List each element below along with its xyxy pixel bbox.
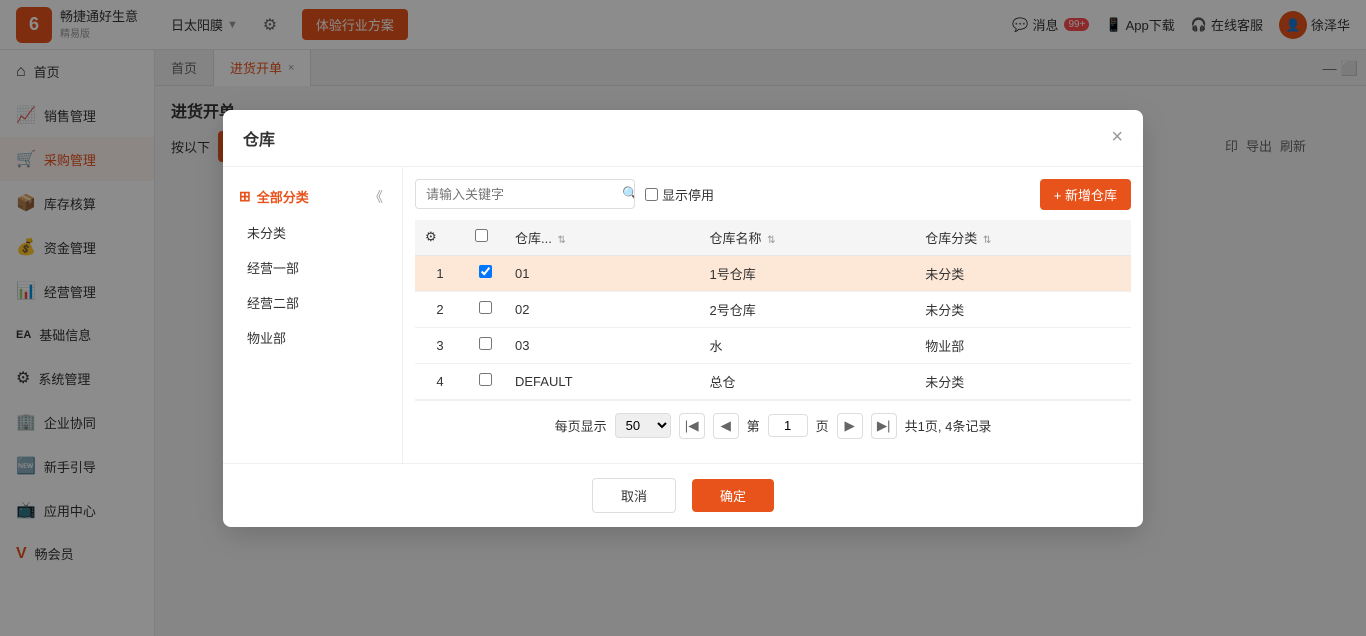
first-page-btn[interactable]: |◀ [679, 413, 705, 439]
row-name: 2号仓库 [700, 291, 916, 327]
column-gear-icon: ⚙ [425, 229, 437, 244]
row-checkbox-cell [465, 327, 505, 363]
th-checkbox [465, 220, 505, 256]
warehouse-modal: 仓库 × ⊞ 全部分类 《 未分类 经营一部 经营二部 [223, 110, 1143, 527]
row-checkbox[interactable] [479, 373, 492, 386]
row-num: 2 [415, 291, 465, 327]
add-warehouse-button[interactable]: + 新增仓库 [1040, 179, 1131, 210]
cat-label-dept1: 经营一部 [247, 261, 299, 276]
show-disabled-text: 显示停用 [662, 185, 714, 204]
table-toolbar: 🔍 显示停用 + 新增仓库 [415, 179, 1131, 210]
table-row[interactable]: 4 DEFAULT 总仓 未分类 [415, 363, 1131, 399]
sort-code-icon: ⇅ [557, 235, 565, 246]
per-page-label: 每页显示 [555, 416, 607, 435]
cat-item-dept1[interactable]: 经营一部 [223, 250, 402, 285]
search-input[interactable] [416, 181, 612, 208]
row-category: 未分类 [915, 291, 1131, 327]
page-end-label: 页 [816, 416, 829, 435]
category-panel: ⊞ 全部分类 《 未分类 经营一部 经营二部 物业部 [223, 167, 403, 463]
row-name: 水 [700, 327, 916, 363]
modal-footer: 取消 确定 [223, 463, 1143, 527]
row-name: 总仓 [700, 363, 916, 399]
select-all-checkbox[interactable] [475, 229, 488, 242]
cat-collapse-btn[interactable]: 《 [366, 187, 386, 207]
row-num: 4 [415, 363, 465, 399]
row-checkbox-cell [465, 291, 505, 327]
row-checkbox-cell [465, 363, 505, 399]
modal-header: 仓库 × [223, 110, 1143, 167]
modal-title: 仓库 [243, 126, 275, 150]
row-code: 02 [505, 291, 700, 327]
table-row[interactable]: 3 03 水 物业部 [415, 327, 1131, 363]
search-box: 🔍 [415, 179, 635, 209]
th-gear: ⚙ [415, 220, 465, 256]
row-category: 物业部 [915, 327, 1131, 363]
th-code-label: 仓库... [515, 231, 552, 246]
th-category-label: 仓库分类 [925, 231, 977, 246]
row-checkbox[interactable] [479, 301, 492, 314]
row-code: DEFAULT [505, 363, 700, 399]
th-name-label: 仓库名称 [710, 231, 762, 246]
modal-body: ⊞ 全部分类 《 未分类 经营一部 经营二部 物业部 [223, 167, 1143, 463]
search-button[interactable]: 🔍 [612, 180, 635, 208]
th-code[interactable]: 仓库... ⇅ [505, 220, 700, 256]
row-code: 03 [505, 327, 700, 363]
row-num: 1 [415, 255, 465, 291]
pagination: 每页显示 50 10 20 100 |◀ ◀ 第 页 ▶ ▶| 共1页, 4条记… [415, 400, 1131, 451]
all-category-item[interactable]: ⊞ 全部分类 《 [223, 179, 402, 215]
per-page-select[interactable]: 50 10 20 100 [615, 413, 671, 438]
cat-item-property[interactable]: 物业部 [223, 320, 402, 355]
table-body: 1 01 1号仓库 未分类 2 02 2号仓库 未分类 3 03 水 物业部 4… [415, 255, 1131, 399]
table-row[interactable]: 2 02 2号仓库 未分类 [415, 291, 1131, 327]
show-disabled-checkbox[interactable] [645, 188, 658, 201]
sort-category-icon: ⇅ [983, 235, 991, 246]
next-page-btn[interactable]: ▶ [837, 413, 863, 439]
row-checkbox-cell [465, 255, 505, 291]
row-category: 未分类 [915, 363, 1131, 399]
table-panel: 🔍 显示停用 + 新增仓库 ⚙ [403, 167, 1143, 463]
sort-name-icon: ⇅ [767, 235, 775, 246]
all-category-label: 全部分类 [257, 187, 309, 206]
last-page-btn[interactable]: ▶| [871, 413, 897, 439]
modal-close-button[interactable]: × [1111, 126, 1123, 149]
table-header-row: ⚙ 仓库... ⇅ 仓库名称 ⇅ [415, 220, 1131, 256]
category-grid-icon: ⊞ [239, 188, 251, 205]
row-name: 1号仓库 [700, 255, 916, 291]
warehouse-table: ⚙ 仓库... ⇅ 仓库名称 ⇅ [415, 220, 1131, 400]
cat-item-dept2[interactable]: 经营二部 [223, 285, 402, 320]
row-code: 01 [505, 255, 700, 291]
row-num: 3 [415, 327, 465, 363]
page-label: 第 [747, 416, 760, 435]
row-checkbox[interactable] [479, 337, 492, 350]
total-label: 共1页, 4条记录 [905, 416, 992, 435]
cat-label-property: 物业部 [247, 331, 286, 346]
th-name[interactable]: 仓库名称 ⇅ [700, 220, 916, 256]
row-checkbox[interactable] [479, 265, 492, 278]
table-row[interactable]: 1 01 1号仓库 未分类 [415, 255, 1131, 291]
cat-label-unclassified: 未分类 [247, 226, 286, 241]
th-category[interactable]: 仓库分类 ⇅ [915, 220, 1131, 256]
cat-label-dept2: 经营二部 [247, 296, 299, 311]
prev-page-btn[interactable]: ◀ [713, 413, 739, 439]
row-category: 未分类 [915, 255, 1131, 291]
modal-overlay: 仓库 × ⊞ 全部分类 《 未分类 经营一部 经营二部 [0, 0, 1366, 636]
cancel-button[interactable]: 取消 [592, 478, 676, 513]
cat-item-unclassified[interactable]: 未分类 [223, 215, 402, 250]
show-disabled-label: 显示停用 [645, 185, 714, 204]
confirm-button[interactable]: 确定 [692, 479, 774, 512]
page-number-input[interactable] [768, 414, 808, 437]
